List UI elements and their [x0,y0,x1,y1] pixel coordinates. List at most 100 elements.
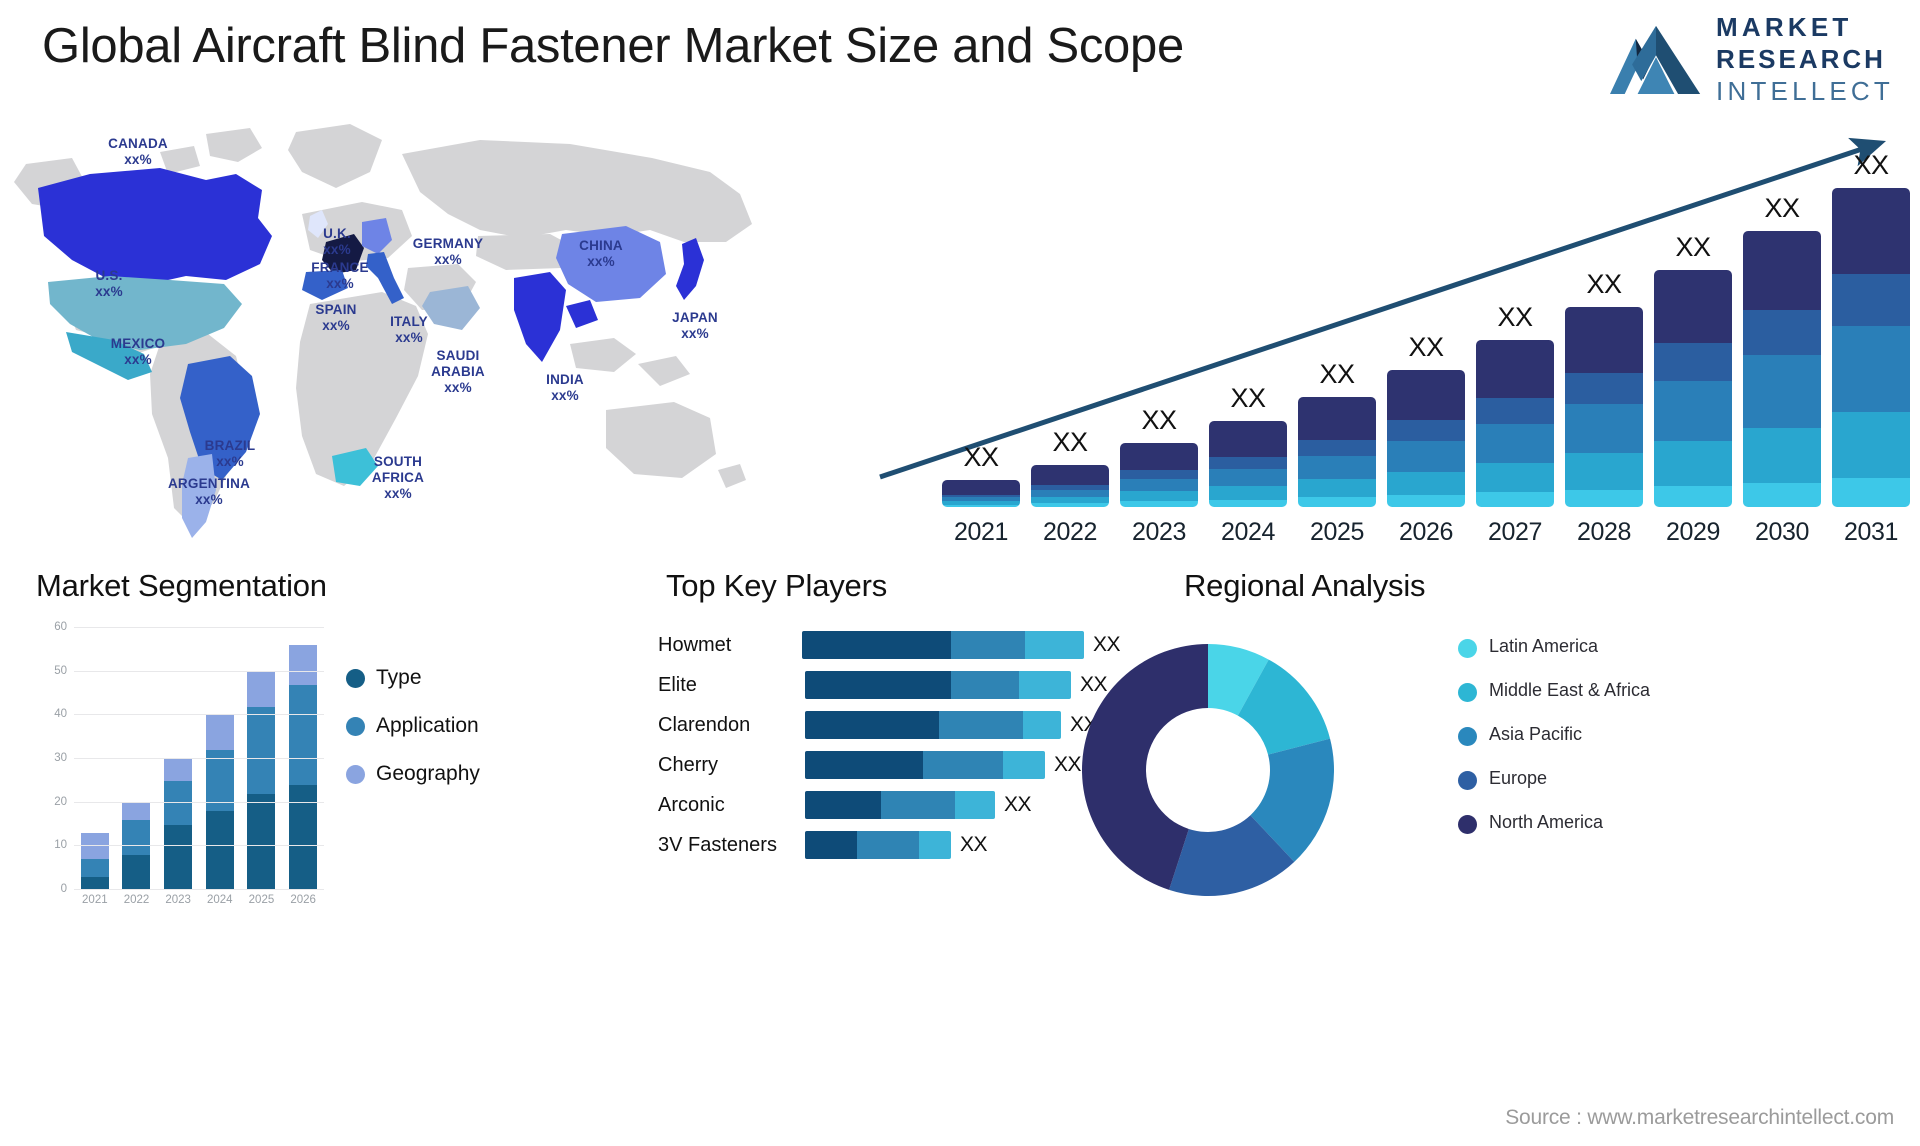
growth-seg-middle-east-africa [1565,453,1643,490]
segmentation-gridline: 60 [54,621,324,633]
segmentation-seg-type [205,811,234,890]
growth-bar [1387,370,1465,507]
growth-seg-asia-pacific [1209,469,1287,487]
growth-seg-asia-pacific [1832,326,1910,412]
segmentation-x-tick-2023: 2023 [165,894,191,906]
player-seg-segment-3 [955,791,995,819]
growth-bar-value: XX [1052,427,1088,458]
map-region-canada [38,168,272,284]
player-bar [805,831,951,859]
growth-seg-europe [1565,372,1643,405]
regional-donut [1082,644,1334,896]
regional-legend-label: Asia Pacific [1489,724,1583,744]
growth-bar-value: XX [1141,405,1177,436]
player-seg-segment-1 [805,791,881,819]
world-map: CANADA xx% U.S. xx% MEXICO xx% BRAZIL xx% AR… [10,118,820,558]
growth-bar [1832,188,1910,507]
player-row: 3V Fasteners XX [620,830,1120,860]
brand-line-2: RESEARCH [1716,44,1886,74]
map-region-southeast-asia [566,300,598,328]
segmentation-legend-item-geography: Geography [346,762,480,786]
segmentation-x-axis: 2021 2022 2023 2024 2025 2026 [74,894,324,906]
player-seg-segment-1 [801,631,951,659]
player-value: XX [960,833,988,856]
segmentation-seg-geography [122,802,151,821]
growth-bar-value: XX [1319,359,1355,389]
player-bar [801,631,1084,659]
player-row: Elite XX [620,670,1120,700]
growth-bar [1209,421,1287,507]
growth-seg-north-america [1387,370,1465,421]
market-segmentation-title: Market Segmentation [36,568,327,603]
player-name: Cherry [658,753,719,776]
regional-legend-item-latin-america: Latin America [1458,636,1650,680]
growth-seg-north-america [1298,397,1376,440]
growth-bar [1654,269,1732,507]
player-row: Howmet XX [620,630,1121,660]
growth-bar-2028: XX [1565,269,1643,507]
legend-dot-icon [1458,727,1477,746]
segmentation-bars [74,628,324,890]
player-name: Elite [658,673,697,696]
player-seg-segment-1 [805,751,923,779]
regional-legend-label: Latin America [1489,636,1599,656]
page-title: Global Aircraft Blind Fastener Market Si… [42,19,1184,73]
growth-seg-north-america [1209,421,1287,457]
player-seg-segment-2 [951,671,1019,699]
segmentation-seg-application [80,859,109,877]
growth-seg-europe [1120,470,1198,479]
map-label-brazil: BRAZIL xx% [204,438,256,469]
player-seg-segment-1 [805,711,939,739]
growth-year-2031: 2031 [1843,517,1898,546]
growth-seg-north-america [1120,443,1198,471]
growth-seg-north-america [1743,230,1821,311]
segmentation-x-tick-2024: 2024 [207,894,233,906]
map-label-china: CHINA xx% [579,238,623,269]
segmentation-y-tick: 60 [54,621,67,633]
growth-seg-latin-america [1120,500,1198,507]
growth-seg-middle-east-africa [1387,471,1465,495]
segmentation-seg-geography [80,833,109,860]
segmentation-legend-label: Type [376,666,422,689]
legend-dot-icon [1458,683,1477,702]
brand-logo: MARKET RESEARCH INTELLECT [1610,14,1894,104]
growth-seg-north-america [1031,465,1109,486]
growth-bar-2022: XX [1031,427,1109,507]
segmentation-legend-label: Application [376,714,479,737]
map-label-france: FRANCE xx% [311,260,369,291]
growth-bar-value: XX [963,442,999,473]
growth-seg-asia-pacific [1120,478,1198,492]
growth-year-axis: 2021 2022 2023 2024 2025 2026 2027 2028 2029 2030… [838,511,1910,553]
regional-legend-label: Middle East & Africa [1489,680,1651,700]
mountain-m-icon [1610,25,1701,94]
player-seg-segment-3 [1003,751,1045,779]
growth-year-2024: 2024 [1220,517,1275,546]
growth-seg-latin-america [1832,477,1910,507]
segmentation-legend-label: Geography [376,762,480,785]
segmentation-seg-type [164,824,193,890]
growth-seg-latin-america [942,504,1020,507]
growth-seg-latin-america [1476,492,1554,507]
growth-bar-2023: XX [1120,405,1198,507]
growth-seg-latin-america [1031,503,1109,507]
player-seg-segment-1 [805,831,857,859]
map-label-japan: JAPAN xx% [672,310,718,341]
brand-line-3: INTELLECT [1716,76,1894,106]
growth-bar [942,480,1020,507]
segmentation-y-tick: 50 [54,664,67,677]
growth-year-2026: 2026 [1398,517,1453,546]
growth-year-2025: 2025 [1309,517,1364,546]
player-row: Cherry XX [620,750,1120,780]
legend-dot-icon [346,668,365,688]
growth-bar-value: XX [1497,301,1533,332]
growth-seg-middle-east-africa [1832,411,1910,478]
player-seg-segment-2 [857,831,919,859]
player-bar [805,711,1061,739]
segmentation-legend-item-application: Application [346,714,480,738]
market-growth-chart: XX XX XX XX XX XX XX XX XX XX XX 2021 2022 2023 2024 2… [838,125,1910,555]
map-label-india: INDIA xx% [546,372,584,403]
segmentation-gridline: 20 [54,796,324,808]
growth-bar-value: XX [1853,150,1889,180]
segmentation-bar-2025 [247,671,276,890]
growth-year-2021: 2021 [953,517,1008,546]
